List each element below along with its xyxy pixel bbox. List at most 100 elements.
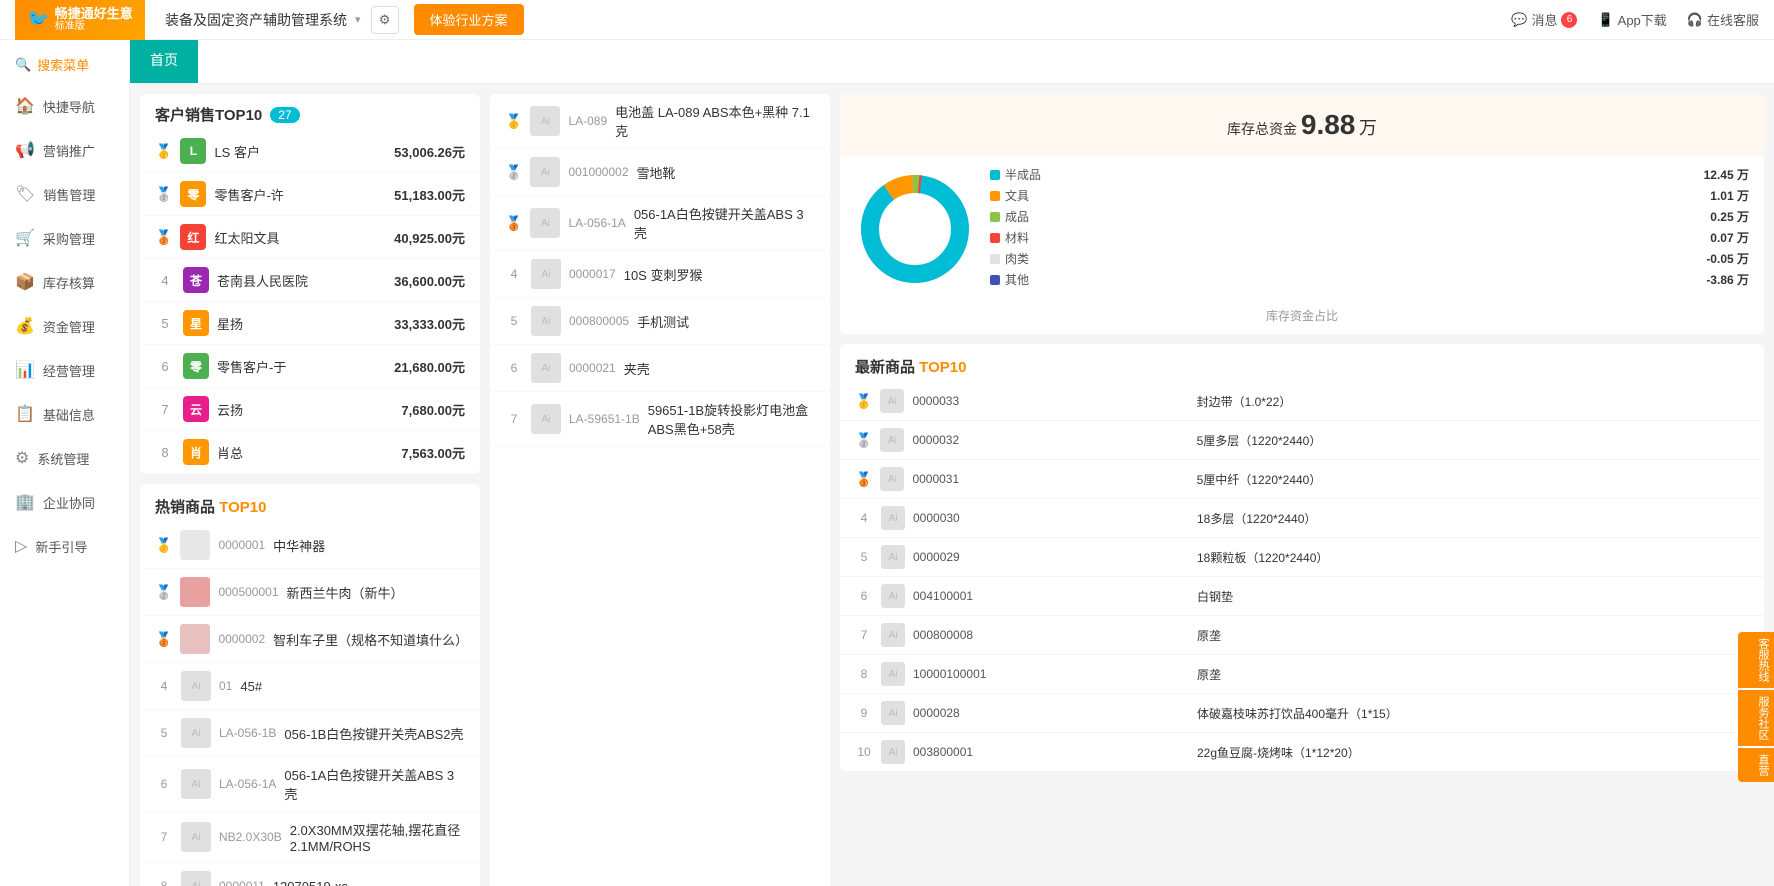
hot-product-row: 🥇 0000001 中华神器 [140,522,480,569]
product-code: 0000002 [218,632,265,646]
content-scroll[interactable]: 客户销售TOP10 27 🥇 L LS 客户 53,006.26元 🥈 零 零售… [130,84,1774,886]
product-image-icon: Ai [881,662,905,686]
customer-rank-row: 5 星 星扬 33,333.00元 [140,302,480,345]
legend-dot-banchenpin [990,170,1000,180]
rank-number: 5 [855,550,873,564]
product-image-placeholder: Ai [181,718,211,748]
top-header: 🐦 畅捷通好生意 标准版 装备及固定资产辅助管理系统 ▾ ⚙ 体验行业方案 💬 … [0,0,1774,40]
product-code: 0000029 [913,550,1189,564]
sidebar-item-system[interactable]: ⚙ 系统管理 [0,436,129,480]
marketing-icon: 📢 [15,140,35,160]
col-right: 库存总资金 9.88 万 [840,94,1764,886]
donut-chart [855,169,975,289]
customer-avatar: 零 [180,181,206,207]
product-image-icon: Ai [880,389,904,413]
sidebar-item-basic-info[interactable]: 📋 基础信息 [0,392,129,436]
inventory-chart-section: 半成品 12.45 万 文具 1.01 万 [840,156,1764,302]
service-community-button[interactable]: 服务社区 [1738,690,1774,746]
sidebar-item-enterprise[interactable]: 🏢 企业协同 [0,480,129,524]
product-image-placeholder: Ai [530,106,560,136]
product-code: 0000031 [912,472,1188,486]
hot-product-row: 4 Ai 01 45# [140,663,480,710]
header-center: 装备及固定资产辅助管理系统 ▾ ⚙ 体验行业方案 [145,4,1511,35]
newest-product-row: 🥉 Ai 0000031 5厘中纤（1220*2440） [840,460,1764,499]
inventory-total-label: 库存总资金 [1227,121,1301,137]
search-menu-button[interactable]: 🔍 搜索菜单 [0,45,129,84]
tab-bar: 首页 [130,40,1774,84]
customer-service-button[interactable]: 客服热线 [1738,632,1774,688]
hot-product-row: 5 Ai LA-056-1B 056-1B白色按键开关壳ABS2壳 [140,710,480,757]
col-mid: 🥇 Ai LA-089 电池盖 LA-089 ABS本色+黑种 7.1克 🥈 A… [490,94,830,886]
brand-text: 畅捷通好生意 标准版 [55,6,133,34]
online-service-button[interactable]: 🎧 在线客服 [1687,10,1759,29]
customer-amount: 51,183.00元 [394,185,465,204]
direct-button[interactable]: 直营 [1738,748,1774,782]
hot-product-row: 8 Ai 0000011 12070519-xs [140,863,480,886]
rank-number: 4 [155,679,173,693]
product-code: NB2.0X30B [219,830,282,844]
customer-amount: 7,680.00元 [401,400,465,419]
customer-rank-list: 🥇 L LS 客户 53,006.26元 🥈 零 零售客户-许 51,183.0… [140,130,480,474]
search-menu-label: 搜索菜单 [37,55,89,74]
brand-area: 🐦 畅捷通好生意 标准版 [15,0,145,40]
sidebar-label-system: 系统管理 [37,449,89,468]
product-image-icon: Ai [192,832,201,843]
guide-icon: ▷ [15,536,27,556]
legend-roulei: 肉类 -0.05 万 [990,250,1749,267]
product-name: 白钢垫 [1197,588,1749,605]
product-name: 2.0X30MM双摆花轴,摆花直径2.1MM/ROHS [290,820,465,854]
home-icon: 🏠 [15,96,35,116]
product-code: 004100001 [913,589,1189,603]
sidebar-item-quick-nav[interactable]: 🏠 快捷导航 [0,84,129,128]
product-image [180,530,210,560]
sidebar-item-inventory[interactable]: 📦 库存核算 [0,260,129,304]
customer-rank-row: 8 肖 肖总 7,563.00元 [140,431,480,474]
rank-number: 7 [505,412,523,426]
customer-name: 星扬 [217,314,386,333]
product-image-placeholder: Ai [880,467,904,491]
sidebar-item-operations[interactable]: 📊 经营管理 [0,348,129,392]
hot-products-card-mid: 🥇 Ai LA-089 电池盖 LA-089 ABS本色+黑种 7.1克 🥈 A… [490,94,830,886]
product-name: 新西兰牛肉（新牛） [287,583,465,602]
newest-products-list: 🥇 Ai 0000033 封边带（1.0*22） 🥈 Ai 0000032 5厘… [840,382,1764,772]
sidebar-label-enterprise: 企业协同 [43,493,95,512]
sidebar-label-inventory: 库存核算 [43,273,95,292]
product-image-placeholder: Ai [881,662,905,686]
product-code: LA-056-1A [568,216,625,230]
legend-wenju: 文具 1.01 万 [990,187,1749,204]
rank-number: 6 [155,359,175,374]
product-image-icon: Ai [881,506,905,530]
legend-dot-cailiao [990,233,1000,243]
sidebar-label-sales: 销售管理 [43,185,95,204]
app-download-button[interactable]: 📱 App下载 [1597,10,1666,29]
product-image-placeholder: Ai [181,871,211,886]
online-service-label: 在线客服 [1707,10,1759,29]
product-image [180,577,210,607]
product-image-icon: Ai [192,728,201,739]
sidebar-item-purchase[interactable]: 🛒 采购管理 [0,216,129,260]
sidebar-item-guide[interactable]: ▷ 新手引导 [0,524,129,568]
product-image-placeholder: Ai [530,157,560,187]
sidebar-item-marketing[interactable]: 📢 营销推广 [0,128,129,172]
product-image-icon: Ai [881,701,905,725]
rank-number: 5 [155,316,175,331]
customer-rank-row: 7 云 云扬 7,680.00元 [140,388,480,431]
brand-sub: 标准版 [55,21,133,33]
newest-product-row: 🥈 Ai 0000032 5厘多层（1220*2440） [840,421,1764,460]
product-image-icon: Ai [192,779,201,790]
notifications-button[interactable]: 💬 消息 6 [1511,10,1577,29]
rank-number: 10 [855,745,873,759]
product-code: 003800001 [913,745,1189,759]
customer-avatar: 苍 [183,267,209,293]
customer-name: 肖总 [217,443,393,462]
newest-product-row: 5 Ai 0000029 18颗粒板（1220*2440） [840,538,1764,577]
trial-button[interactable]: 体验行业方案 [414,4,524,35]
product-name: 雪地靴 [637,163,815,182]
tab-home[interactable]: 首页 [130,40,198,83]
settings-button[interactable]: ⚙ [371,6,399,34]
system-selector[interactable]: 装备及固定资产辅助管理系统 ▾ [165,10,361,30]
customer-name: 苍南县人民医院 [217,271,386,290]
sidebar-item-finance[interactable]: 💰 资金管理 [0,304,129,348]
product-image-icon: Ai [541,218,550,229]
sidebar-item-sales[interactable]: 🏷 销售管理 [0,172,129,216]
